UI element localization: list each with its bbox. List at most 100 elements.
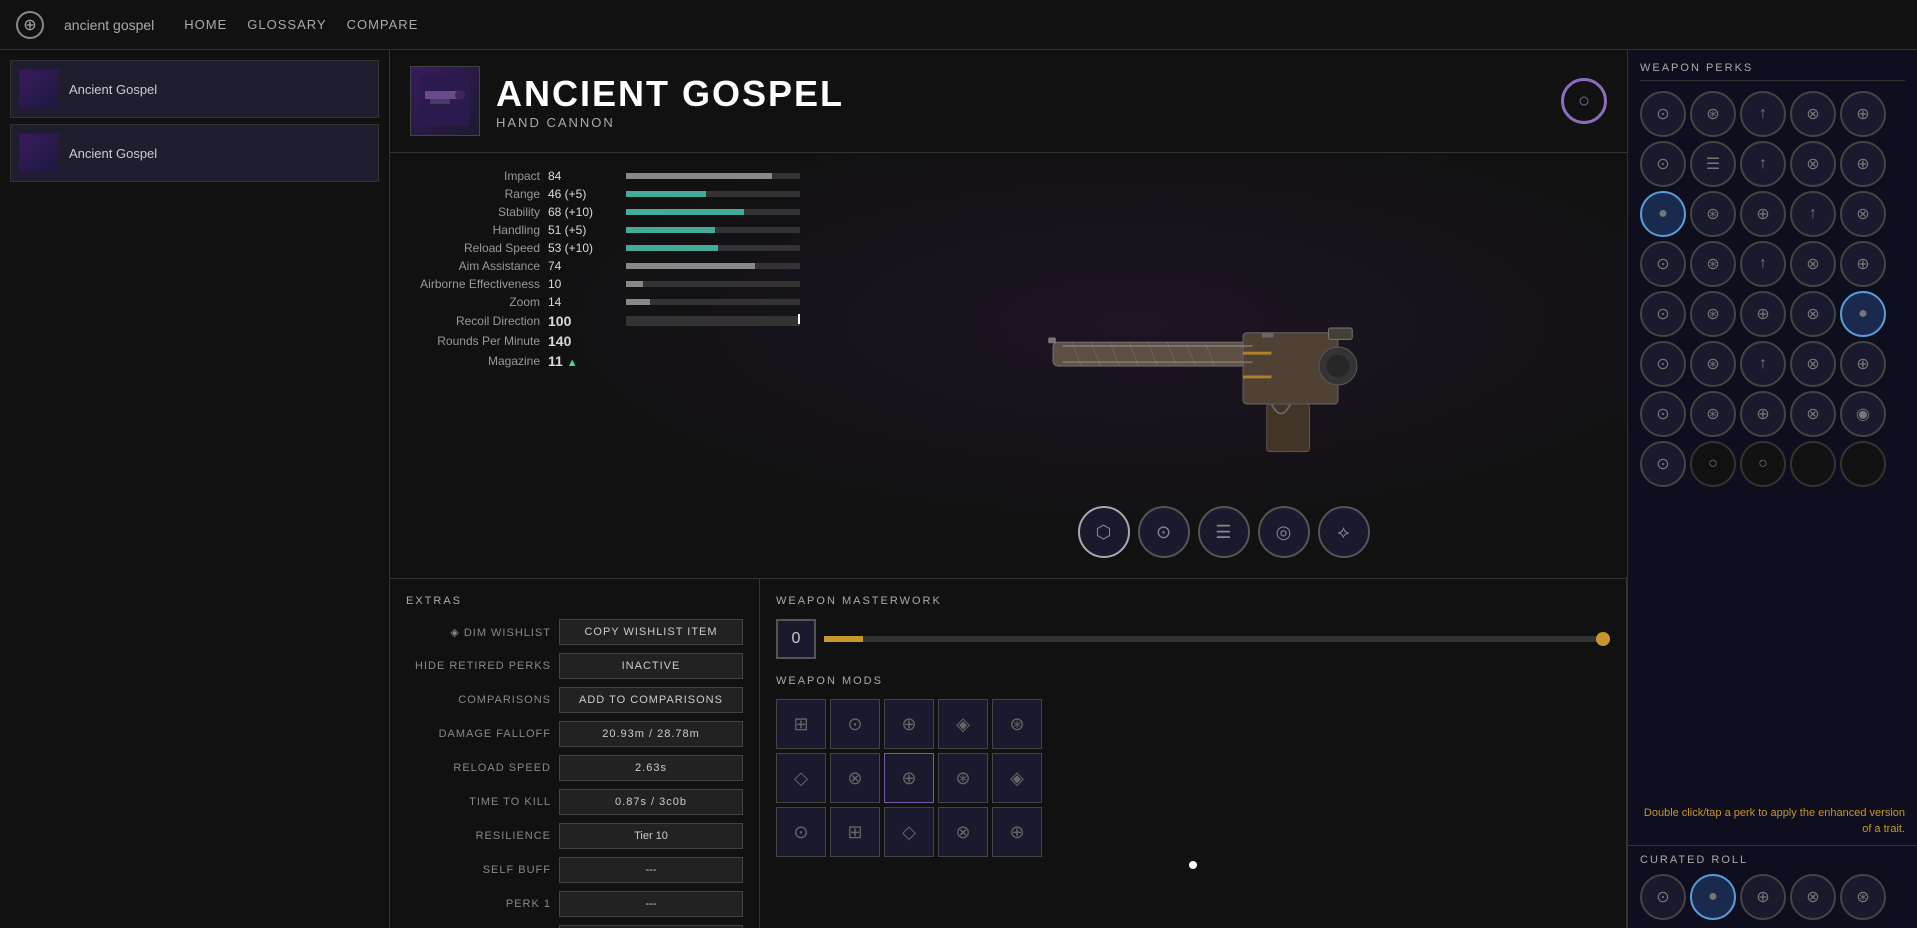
perk-4-5[interactable]: ⊕ [1840, 241, 1886, 287]
mod-cell-10[interactable]: ◈ [992, 753, 1042, 803]
perk-3-5[interactable]: ⊗ [1840, 191, 1886, 237]
perk-bottom-2[interactable]: ⊙ [1138, 506, 1190, 558]
perk-5-2[interactable]: ⊛ [1690, 291, 1736, 337]
perk-8-2[interactable]: ○ [1690, 441, 1736, 487]
stat-row-recoil: Recoil Direction 100 [410, 313, 800, 329]
perk-5-5[interactable]: ● [1840, 291, 1886, 337]
perk-2-3[interactable]: ↑ [1740, 141, 1786, 187]
mod-cell-3[interactable]: ⊕ [884, 699, 934, 749]
perk-grid-4: ⊙ ⊛ ↑ ⊗ ⊕ [1640, 241, 1905, 287]
perk-1-4[interactable]: ⊗ [1790, 91, 1836, 137]
perk-4-3[interactable]: ↑ [1740, 241, 1786, 287]
perk-2-2[interactable]: ☰ [1690, 141, 1736, 187]
inactive-button[interactable]: INACTIVE [559, 653, 743, 679]
curated-perk-2[interactable]: ● [1690, 874, 1736, 920]
mods-grid: ⊞ ⊙ ⊕ ◈ ⊛ ◇ ⊗ ⊕ ⊛ ◈ ⊙ ⊞ ◇ [776, 699, 1610, 857]
resilience-select[interactable]: Tier 10 [559, 823, 743, 849]
masterwork-slider[interactable] [824, 636, 1610, 642]
perk-7-2[interactable]: ⊛ [1690, 391, 1736, 437]
perk-bottom-1[interactable]: ⬡ [1078, 506, 1130, 558]
nav-glossary[interactable]: GLOSSARY [247, 17, 326, 32]
extras-row-retired: HIDE RETIRED PERKS INACTIVE [406, 653, 743, 679]
add-to-comparisons-button[interactable]: ADD TO COMPARISONS [559, 687, 743, 713]
mod-cell-7[interactable]: ⊗ [830, 753, 880, 803]
perk-6-5[interactable]: ⊕ [1840, 341, 1886, 387]
perk-bottom-3[interactable]: ☰ [1198, 506, 1250, 558]
perk-6-4[interactable]: ⊗ [1790, 341, 1836, 387]
mod-cell-15[interactable]: ⊕ [992, 807, 1042, 857]
perk-3-1[interactable]: ● [1640, 191, 1686, 237]
nav-compare[interactable]: COMPARE [347, 17, 419, 32]
stat-row-stability: Stability 68 (+10) [410, 205, 800, 219]
perk-grid-2: ⊙ ☰ ↑ ⊗ ⊕ [1640, 141, 1905, 187]
gun-image [1034, 276, 1414, 456]
perk-8-1[interactable]: ⊙ [1640, 441, 1686, 487]
curated-perk-3[interactable]: ⊕ [1740, 874, 1786, 920]
perk-7-3[interactable]: ⊕ [1740, 391, 1786, 437]
mod-cell-13[interactable]: ◇ [884, 807, 934, 857]
perk-3-4[interactable]: ↑ [1790, 191, 1836, 237]
self-buff-select[interactable]: --- [559, 857, 743, 883]
perk-3-2[interactable]: ⊛ [1690, 191, 1736, 237]
perk-6-3[interactable]: ↑ [1740, 341, 1786, 387]
mod-cell-12[interactable]: ⊞ [830, 807, 880, 857]
curated-perk-5[interactable]: ⊛ [1840, 874, 1886, 920]
perk-1-5[interactable]: ⊕ [1840, 91, 1886, 137]
perk-bottom-5[interactable]: ⟡ [1318, 506, 1370, 558]
sidebar-item-2[interactable]: Ancient Gospel [10, 124, 379, 182]
reload-speed-value: 2.63s [559, 755, 743, 781]
curated-row: ⊙ ● ⊕ ⊗ ⊛ [1640, 874, 1905, 920]
extras-row-dim: ◈ DIM WISHLIST COPY WISHLIST ITEM [406, 619, 743, 645]
sidebar-item-name-1: Ancient Gospel [69, 82, 157, 97]
stat-row-zoom: Zoom 14 [410, 295, 800, 309]
perk-5-3[interactable]: ⊕ [1740, 291, 1786, 337]
mod-cell-14[interactable]: ⊗ [938, 807, 988, 857]
mod-cell-11[interactable]: ⊙ [776, 807, 826, 857]
perk-2-5[interactable]: ⊕ [1840, 141, 1886, 187]
sidebar-thumb-1 [19, 69, 59, 109]
perk-2-1[interactable]: ⊙ [1640, 141, 1686, 187]
perk-7-4[interactable]: ⊗ [1790, 391, 1836, 437]
mod-cell-4[interactable]: ◈ [938, 699, 988, 749]
sidebar-item-name-2: Ancient Gospel [69, 146, 157, 161]
sidebar-item[interactable]: Ancient Gospel [10, 60, 379, 118]
mod-cell-8[interactable]: ⊕ [884, 753, 934, 803]
perk-5-1[interactable]: ⊙ [1640, 291, 1686, 337]
perk-3-3[interactable]: ⊕ [1740, 191, 1786, 237]
nav-home[interactable]: HOME [184, 17, 227, 32]
curated-perk-4[interactable]: ⊗ [1790, 874, 1836, 920]
logo-icon[interactable]: ⊕ [16, 11, 44, 39]
dot [1189, 861, 1197, 869]
perk-5-4[interactable]: ⊗ [1790, 291, 1836, 337]
copy-wishlist-button[interactable]: COPY WISHLIST ITEM [559, 619, 743, 645]
perk-4-2[interactable]: ⊛ [1690, 241, 1736, 287]
perk-bottom-4[interactable]: ◎ [1258, 506, 1310, 558]
perk-row-bottom: ⬡ ⊙ ☰ ◎ ⟡ [820, 506, 1627, 558]
perk-1-3[interactable]: ↑ [1740, 91, 1786, 137]
masterwork-title: WEAPON MASTERWORK [776, 595, 1610, 607]
mod-cell-6[interactable]: ◇ [776, 753, 826, 803]
perk-grid-3: ● ⊛ ⊕ ↑ ⊗ [1640, 191, 1905, 237]
circle-mode-button[interactable]: ○ [1561, 78, 1607, 124]
perk1-select[interactable]: --- [559, 891, 743, 917]
mod-cell-9[interactable]: ⊛ [938, 753, 988, 803]
perk-1-2[interactable]: ⊛ [1690, 91, 1736, 137]
extras-row-ttk: TIME TO KILL 0.87s / 3c0b [406, 789, 743, 815]
mod-cell-2[interactable]: ⊙ [830, 699, 880, 749]
curated-perk-1[interactable]: ⊙ [1640, 874, 1686, 920]
masterwork-thumb [1596, 632, 1610, 646]
perk-7-5[interactable]: ◉ [1840, 391, 1886, 437]
perk-4-1[interactable]: ⊙ [1640, 241, 1686, 287]
perk-2-4[interactable]: ⊗ [1790, 141, 1836, 187]
hint-text: Double click/tap a perk to apply the enh… [1628, 798, 1917, 845]
perk-8-3[interactable]: ○ [1740, 441, 1786, 487]
right-panel: WEAPON PERKS ⊙ ⊛ ↑ ⊗ ⊕ ⊙ ☰ ↑ ⊗ ⊕ ● ⊛ ⊕ ↑ [1627, 50, 1917, 928]
perk-4-4[interactable]: ⊗ [1790, 241, 1836, 287]
mod-cell-5[interactable]: ⊛ [992, 699, 1042, 749]
perk-6-2[interactable]: ⊛ [1690, 341, 1736, 387]
perk-1-1[interactable]: ⊙ [1640, 91, 1686, 137]
perk-7-1[interactable]: ⊙ [1640, 391, 1686, 437]
masterwork-section: WEAPON MASTERWORK 0 [776, 595, 1610, 659]
mod-cell-1[interactable]: ⊞ [776, 699, 826, 749]
perk-6-1[interactable]: ⊙ [1640, 341, 1686, 387]
